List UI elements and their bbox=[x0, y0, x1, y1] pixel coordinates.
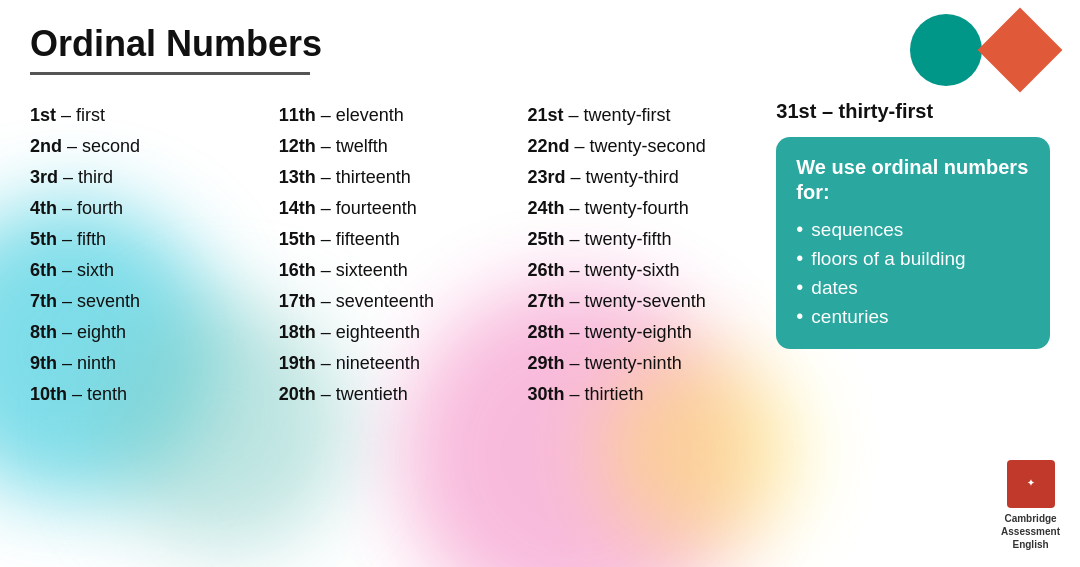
list-item: 11th – eleventh bbox=[279, 100, 528, 131]
list-item: 30th – thirtieth bbox=[528, 379, 777, 410]
cambridge-text: Cambridge Assessment English bbox=[1001, 512, 1060, 551]
list-item: 26th – twenty-sixth bbox=[528, 255, 777, 286]
list-item: 20th – twentieth bbox=[279, 379, 528, 410]
cambridge-crest-icon: ✦ bbox=[1007, 460, 1055, 508]
list-item: 16th – sixteenth bbox=[279, 255, 528, 286]
list-item: 15th – fifteenth bbox=[279, 224, 528, 255]
column-11-20: 11th – eleventh12th – twelfth13th – thir… bbox=[279, 100, 528, 410]
list-item: 28th – twenty-eighth bbox=[528, 317, 777, 348]
list-item: 13th – thirteenth bbox=[279, 162, 528, 193]
logo-shapes bbox=[910, 14, 1050, 86]
title-section: Ordinal Numbers bbox=[30, 24, 322, 75]
list-item: 5th – fifth bbox=[30, 224, 279, 255]
list-item: 6th – sixth bbox=[30, 255, 279, 286]
header: Ordinal Numbers bbox=[30, 24, 1050, 86]
list-item: 24th – twenty-fourth bbox=[528, 193, 777, 224]
column-21-30: 21st – twenty-first22nd – twenty-second2… bbox=[528, 100, 777, 410]
list-item: 1st – first bbox=[30, 100, 279, 131]
list-item: 27th – twenty-seventh bbox=[528, 286, 777, 317]
thirty-first-item: 31st – thirty-first bbox=[776, 100, 1050, 123]
teal-circle-shape bbox=[910, 14, 982, 86]
list-item: 8th – eighth bbox=[30, 317, 279, 348]
list-item: 9th – ninth bbox=[30, 348, 279, 379]
main-content: 1st – first2nd – second3rd – third4th – … bbox=[30, 100, 1050, 410]
info-box: We use ordinal numbers for: sequencesfloo… bbox=[776, 137, 1050, 349]
list-item: 4th – fourth bbox=[30, 193, 279, 224]
list-item: 10th – tenth bbox=[30, 379, 279, 410]
column-31-info: 31st – thirty-first We use ordinal number… bbox=[776, 100, 1050, 410]
list-item: 22nd – twenty-second bbox=[528, 131, 777, 162]
list-item: 18th – eighteenth bbox=[279, 317, 528, 348]
list-item: 3rd – third bbox=[30, 162, 279, 193]
list-item: 2nd – second bbox=[30, 131, 279, 162]
info-box-item: sequences bbox=[796, 215, 1030, 244]
orange-diamond-shape bbox=[978, 8, 1063, 93]
list-item: 12th – twelfth bbox=[279, 131, 528, 162]
info-box-item: floors of a building bbox=[796, 244, 1030, 273]
info-box-item: centuries bbox=[796, 302, 1030, 331]
page-container: Ordinal Numbers 1st – first2nd – second3… bbox=[0, 0, 1080, 567]
list-item: 14th – fourteenth bbox=[279, 193, 528, 224]
list-item: 21st – twenty-first bbox=[528, 100, 777, 131]
list-item: 23rd – twenty-third bbox=[528, 162, 777, 193]
list-item: 19th – nineteenth bbox=[279, 348, 528, 379]
info-box-item: dates bbox=[796, 273, 1030, 302]
page-title: Ordinal Numbers bbox=[30, 24, 322, 64]
list-item: 29th – twenty-ninth bbox=[528, 348, 777, 379]
cambridge-logo: ✦ Cambridge Assessment English bbox=[1001, 460, 1060, 551]
list-item: 7th – seventh bbox=[30, 286, 279, 317]
list-item: 17th – seventeenth bbox=[279, 286, 528, 317]
list-item: 25th – twenty-fifth bbox=[528, 224, 777, 255]
info-box-title: We use ordinal numbers for: bbox=[796, 155, 1030, 205]
title-underline bbox=[30, 72, 310, 75]
column-1-10: 1st – first2nd – second3rd – third4th – … bbox=[30, 100, 279, 410]
